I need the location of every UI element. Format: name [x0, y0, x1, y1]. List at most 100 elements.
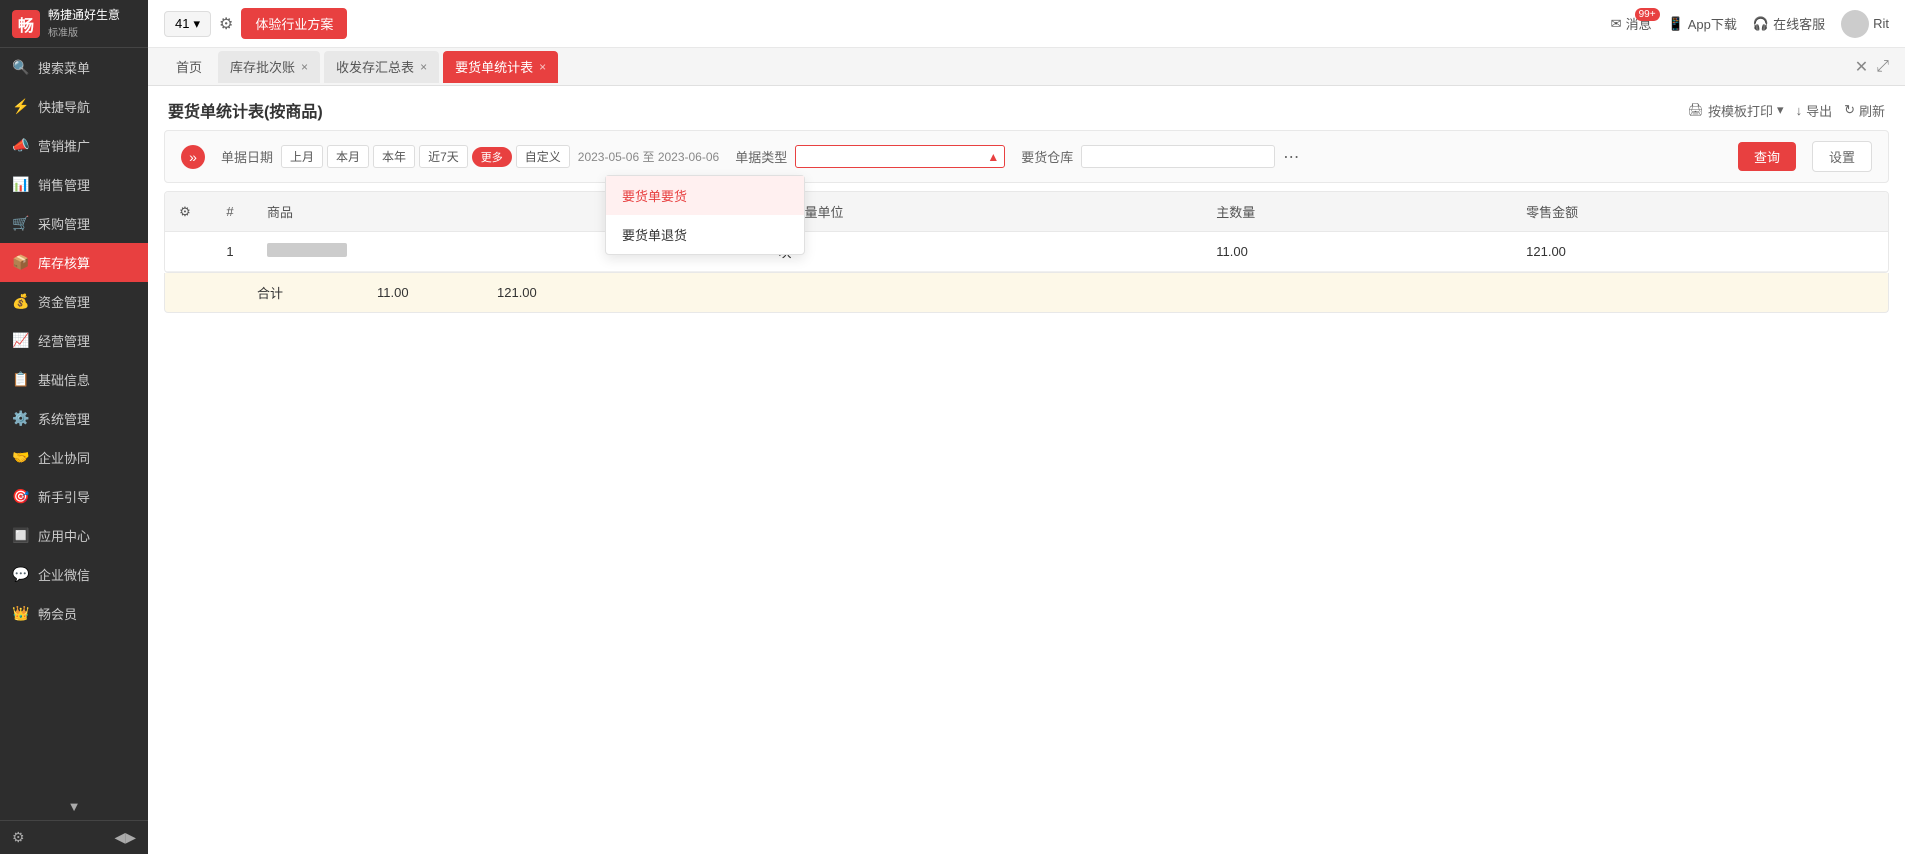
sidebar-item-finance[interactable]: 💰资金管理 — [0, 282, 148, 321]
tab-order-stat[interactable]: 要货单统计表 × — [443, 51, 558, 83]
warehouse-more-icon[interactable]: ⋯ — [1283, 147, 1299, 167]
nav-label-wechat: 企业微信 — [38, 565, 90, 584]
nav-icon-inventory: 📦 — [12, 254, 30, 272]
app-download-action[interactable]: 📱 App下载 — [1668, 14, 1737, 33]
nav-icon-sales: 📊 — [12, 176, 30, 194]
refresh-button[interactable]: ↻ 刷新 — [1844, 101, 1885, 120]
tabbar: 首页 库存批次账 × 收发存汇总表 × 要货单统计表 × ✕ ⤢ — [148, 48, 1905, 86]
dropdown-item-order[interactable]: 要货单要货 — [606, 176, 804, 215]
sidebar-item-wechat[interactable]: 💬 企业微信 — [0, 555, 148, 594]
nav-icon-member: 👑 — [12, 605, 30, 623]
page-header: 要货单统计表(按商品) 🖨 按模板打印 ▾ ↓ 导出 ↻ 刷新 — [148, 86, 1905, 130]
nav-label-operation: 经营管理 — [38, 331, 90, 350]
sidebar-item-basic[interactable]: 📋 基础信息 — [0, 360, 148, 399]
sidebar-item-operation[interactable]: 📈 经营管理 — [0, 321, 148, 360]
sidebar-item-purchase[interactable]: 🛒采购管理 — [0, 204, 148, 243]
store-selector[interactable]: 41 ▾ — [164, 11, 211, 37]
sidebar-item-inventory[interactable]: 📦 库存核算 — [0, 243, 148, 282]
tabbar-actions: ✕ ⤢ — [1855, 57, 1889, 77]
page-title: 要货单统计表(按商品) — [168, 98, 323, 122]
query-button[interactable]: 查询 — [1738, 142, 1796, 171]
expand-tabs-icon[interactable]: ⤢ — [1876, 58, 1889, 76]
col-num-header: # — [205, 192, 255, 232]
nav-label-appstore: 应用中心 — [38, 526, 90, 545]
settings-icon[interactable]: ⚙ — [179, 204, 191, 219]
trial-button[interactable]: 体验行业方案 — [241, 8, 347, 39]
footer-quantity: 11.00 — [377, 285, 497, 300]
sidebar-item-guide[interactable]: 🎯新手引导 — [0, 477, 148, 516]
warehouse-filter-group: 要货仓库 ⋯ — [1021, 145, 1299, 168]
row-quantity-0: 11.00 — [1204, 232, 1514, 272]
nav-label-guide: 新手引导 — [38, 487, 90, 506]
order-stat-tab-label: 要货单统计表 — [455, 57, 533, 76]
topbar-settings-icon[interactable]: ⚙ — [219, 14, 233, 34]
sidebar-item-appstore[interactable]: 🔲应用中心 — [0, 516, 148, 555]
nav-icon-search: 🔍 — [12, 59, 30, 77]
nav-label-enterprise: 企业协同 — [38, 448, 90, 467]
sidebar-item-enterprise[interactable]: 🤝 企业协同 — [0, 438, 148, 477]
nav-label-search: 搜索菜单 — [38, 58, 90, 77]
export-button[interactable]: ↓ 导出 — [1796, 101, 1833, 120]
message-action[interactable]: ✉ 消息 99+ — [1611, 14, 1652, 33]
summary-tab-close[interactable]: × — [420, 60, 427, 74]
settings-icon[interactable]: ⚙ — [12, 829, 25, 846]
nav-icon-operation: 📈 — [12, 332, 30, 350]
more-dates-btn[interactable]: 更多 — [472, 147, 512, 167]
batch-tab-close[interactable]: × — [301, 60, 308, 74]
nav-label-inventory: 库存核算 — [38, 253, 90, 272]
warehouse-filter-label: 要货仓库 — [1021, 147, 1073, 166]
nav-icon-purchase: 🛒 — [12, 215, 30, 233]
topbar-right: ✉ 消息 99+ 📱 App下载 🎧 在线客服 Rit — [1611, 10, 1889, 38]
date-filter-label: 单据日期 — [221, 147, 273, 166]
date-range-display: 2023-05-06 至 2023-06-06 — [578, 148, 719, 165]
this-month-btn[interactable]: 本月 — [327, 145, 369, 168]
dropdown-item-return[interactable]: 要货单退货 — [606, 215, 804, 254]
nav-label-basic: 基础信息 — [38, 370, 90, 389]
service-action[interactable]: 🎧 在线客服 — [1753, 14, 1825, 33]
date-buttons: 上月 本月 本年 近7天 更多 自定义 — [281, 145, 570, 168]
refresh-label: 刷新 — [1859, 101, 1885, 120]
print-label: 按模板打印 — [1708, 101, 1773, 120]
type-select-input[interactable] — [795, 145, 1005, 168]
col-unit-header: 主计量单位 — [766, 192, 1204, 232]
sidebar-item-sales[interactable]: 📊销售管理 — [0, 165, 148, 204]
warehouse-input[interactable] — [1081, 145, 1275, 168]
sidebar-scroll-down[interactable]: ▼ — [0, 793, 148, 820]
date-filter-group: 单据日期 上月 本月 本年 近7天 更多 自定义 2023-05-06 至 20… — [221, 145, 719, 168]
setting-button[interactable]: 设置 — [1812, 141, 1872, 172]
filter-expand-button[interactable]: » — [181, 145, 205, 169]
nav-label-member: 畅会员 — [38, 604, 77, 623]
type-filter-label: 单据类型 — [735, 147, 787, 166]
user-avatar[interactable]: Rit — [1841, 10, 1889, 38]
sidebar-logo: 畅 畅捷通好生意 标准版 — [0, 0, 148, 48]
row-settings-0 — [165, 232, 205, 272]
sidebar-item-member[interactable]: 👑 畅会员 — [0, 594, 148, 633]
custom-date-btn[interactable]: 自定义 — [516, 145, 570, 168]
tab-batch[interactable]: 库存批次账 × — [218, 51, 320, 83]
close-all-icon[interactable]: ✕ — [1855, 57, 1868, 77]
nav-icon-enterprise: 🤝 — [12, 449, 30, 467]
this-year-btn[interactable]: 本年 — [373, 145, 415, 168]
sidebar-item-system[interactable]: ⚙️系统管理 — [0, 399, 148, 438]
nav-icon-basic: 📋 — [12, 371, 30, 389]
app-label: App下载 — [1688, 14, 1737, 33]
order-stat-tab-close[interactable]: × — [539, 60, 546, 74]
export-label: 导出 — [1806, 101, 1832, 120]
tab-home[interactable]: 首页 — [164, 51, 214, 83]
app-icon: 📱 — [1668, 16, 1684, 32]
table-header-row: ⚙ # 商品 主计量单位 主数量 零售金额 — [165, 192, 1888, 232]
print-button[interactable]: 🖨 按模板打印 ▾ — [1688, 101, 1784, 120]
tab-summary[interactable]: 收发存汇总表 × — [324, 51, 439, 83]
collapse-icon[interactable]: ◀▶ — [114, 829, 136, 846]
sidebar-footer: ⚙ ◀▶ — [0, 820, 148, 854]
nav-icon-wechat: 💬 — [12, 566, 30, 584]
last-month-btn[interactable]: 上月 — [281, 145, 323, 168]
last-7days-btn[interactable]: 近7天 — [419, 145, 468, 168]
sidebar-item-search[interactable]: 🔍 搜索菜单 — [0, 48, 148, 87]
sidebar-item-shortcut[interactable]: ⚡快捷导航 — [0, 87, 148, 126]
batch-tab-label: 库存批次账 — [230, 57, 295, 76]
print-arrow: ▾ — [1777, 102, 1784, 118]
logo-text: 畅捷通好生意 标准版 — [48, 8, 120, 39]
sidebar-nav: 🔍 搜索菜单 ⚡快捷导航📣营销推广📊销售管理🛒采购管理 📦 库存核算 💰资金管理 📈 经营管理… — [0, 48, 148, 793]
sidebar-item-marketing[interactable]: 📣营销推广 — [0, 126, 148, 165]
